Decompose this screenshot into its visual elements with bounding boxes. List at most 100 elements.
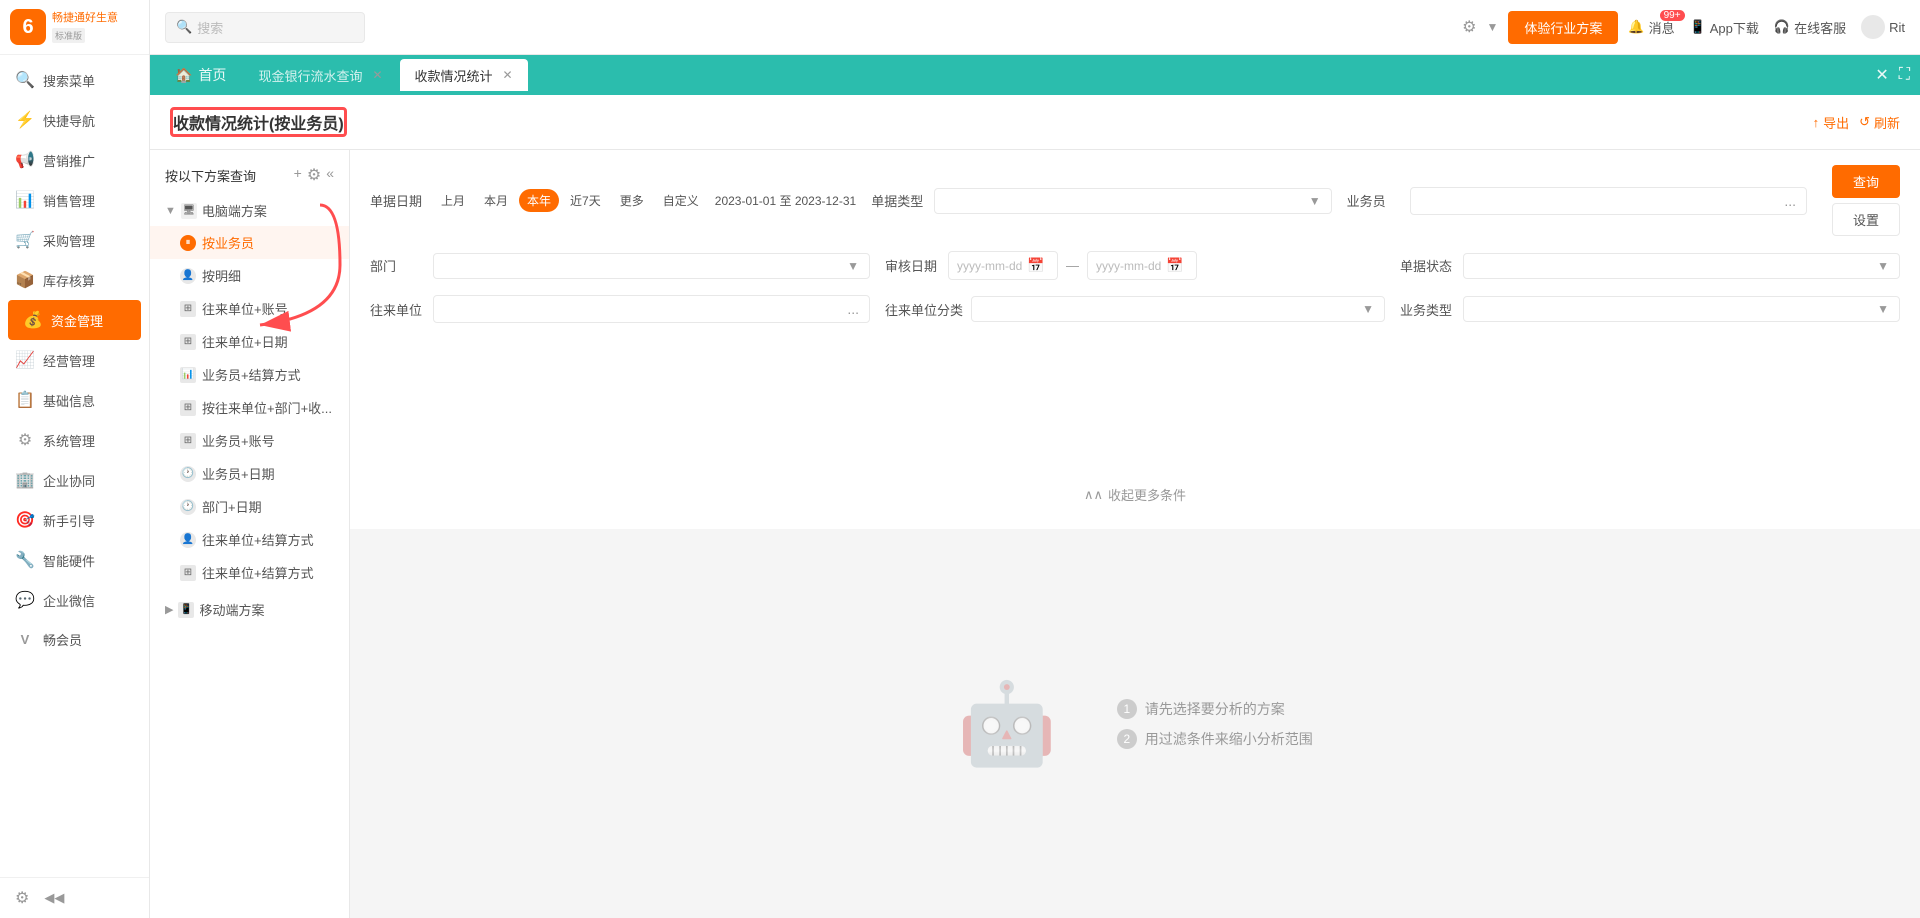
content-area: 按以下方案查询 + ⚙ « ▼ 🖥 电脑端方案 [150, 150, 1920, 918]
scheme-panel-header: 按以下方案查询 + ⚙ « [150, 160, 349, 195]
sidebar-item-hardware[interactable]: 🔧 智能硬件 [0, 540, 149, 580]
sidebar-item-system[interactable]: ⚙ 系统管理 [0, 420, 149, 460]
partner-category-select[interactable]: ▼ [971, 296, 1385, 322]
date-tab-more[interactable]: 更多 [612, 189, 652, 212]
refresh-button[interactable]: ↺ 刷新 [1859, 113, 1900, 132]
sidebar-item-enterprise[interactable]: 🏢 企业协同 [0, 460, 149, 500]
app-download-action[interactable]: 📱 App下载 [1690, 18, 1759, 37]
user-profile[interactable]: Rit [1861, 15, 1905, 39]
sidebar-item-search-menu[interactable]: 🔍 搜索菜单 [0, 60, 149, 100]
scheme-settings-button[interactable]: ⚙ [307, 165, 321, 185]
tab-home[interactable]: 🏠 首页 [160, 59, 241, 91]
salesperson-select[interactable]: ... [1410, 187, 1807, 215]
operation-icon: 📈 [15, 350, 35, 370]
export-button[interactable]: ↑ 导出 [1813, 113, 1850, 132]
tab-bank-flow-close[interactable]: ✕ [372, 68, 382, 82]
scheme-item-partner-date[interactable]: ⊞ 往来单位+日期 [150, 325, 349, 358]
empty-hint: 1 请先选择要分析的方案 2 用过滤条件来缩小分析范围 [1117, 699, 1313, 749]
tab-receipt-stats-close[interactable]: ✕ [503, 68, 513, 82]
scheme-panel: 按以下方案查询 + ⚙ « ▼ 🖥 电脑端方案 [150, 150, 350, 918]
date-tab-custom[interactable]: 自定义 [655, 189, 707, 212]
doc-type-select[interactable]: ▼ [934, 188, 1331, 214]
date-tab-last-month[interactable]: 上月 [433, 189, 473, 212]
mobile-group-title[interactable]: ▶ 📱 移动端方案 [150, 594, 349, 625]
tab-bank-flow[interactable]: 现金银行流水查询 ✕ [243, 59, 397, 91]
salesperson-more-icon[interactable]: ... [1784, 193, 1796, 209]
footer-collapse-icon[interactable]: ◀◀ [44, 890, 64, 906]
sidebar-item-inventory[interactable]: 📦 库存核算 [0, 260, 149, 300]
tab-receipt-stats[interactable]: 收款情况统计 ✕ [400, 59, 528, 91]
settings-button[interactable]: 设置 [1832, 203, 1900, 236]
mobile-scheme-group: ▶ 📱 移动端方案 [150, 594, 349, 625]
date-tab-last-7[interactable]: 近7天 [562, 189, 609, 212]
header-settings-icon[interactable]: ⚙ [1462, 17, 1476, 37]
sidebar-item-operation[interactable]: 📈 经营管理 [0, 340, 149, 380]
scheme-item-dept-date[interactable]: 🕐 部门+日期 [150, 490, 349, 523]
header-dropdown-icon[interactable]: ▼ [1486, 20, 1498, 34]
home-icon: 🏠 [175, 67, 192, 84]
export-icon: ↑ [1813, 115, 1820, 130]
sidebar-item-marketing[interactable]: 📢 营销推广 [0, 140, 149, 180]
maximize-icon[interactable]: ⛶ [1899, 66, 1910, 84]
filter-row-2: 部门 ▼ 审核日期 yyyy-mm-dd 📅 [370, 251, 1900, 280]
filter-row-1: 单据日期 上月 本月 本年 近7天 更多 自定义 2023-01-01 至 20… [370, 165, 1900, 236]
scheme-item-salesperson-date[interactable]: 🕐 业务员+日期 [150, 457, 349, 490]
footer-settings-icon[interactable]: ⚙ [15, 888, 29, 908]
collapse-area: ∧∧ 收起更多条件 [370, 475, 1900, 514]
messages-action[interactable]: 🔔 消息 99+ [1628, 18, 1674, 37]
doc-status-select[interactable]: ▼ [1463, 253, 1900, 279]
quick-nav-icon: ⚡ [15, 110, 35, 130]
partner-category-arrow-icon: ▼ [1362, 302, 1374, 316]
scheme-item-label: 业务员+账号 [202, 431, 275, 450]
scheme-item-icon-dept-date: 🕐 [180, 499, 196, 515]
sidebar-item-purchase[interactable]: 🛒 采购管理 [0, 220, 149, 260]
review-date-to-input[interactable]: yyyy-mm-dd 📅 [1087, 251, 1197, 280]
review-date-from-input[interactable]: yyyy-mm-dd 📅 [948, 251, 1058, 280]
solution-button[interactable]: 体验行业方案 [1508, 11, 1618, 44]
scheme-item-icon-partner-date: ⊞ [180, 334, 196, 350]
partner-more-icon[interactable]: ... [847, 301, 859, 317]
sidebar-item-label: 系统管理 [43, 431, 95, 450]
close-window-icon[interactable]: ✕ [1875, 65, 1888, 85]
sidebar-item-sales[interactable]: 📊 销售管理 [0, 180, 149, 220]
date-tab-this-month[interactable]: 本月 [476, 189, 516, 212]
sidebar-item-finance[interactable]: 💰 资金管理 [8, 300, 141, 340]
scheme-item-salesperson-settle[interactable]: 📊 业务员+结算方式 [150, 358, 349, 391]
biz-type-select[interactable]: ▼ [1463, 296, 1900, 322]
dept-label: 部门 [370, 256, 425, 275]
scheme-item-partner-account[interactable]: ⊞ 往来单位+账号 [150, 292, 349, 325]
search-menu-icon: 🔍 [15, 70, 35, 90]
sidebar-item-quick-nav[interactable]: ⚡ 快捷导航 [0, 100, 149, 140]
scheme-item-by-detail[interactable]: 👤 按明细 [150, 259, 349, 292]
scheme-item-by-salesperson[interactable]: ⏸ 按业务员 [150, 226, 349, 259]
date-tab-this-year[interactable]: 本年 [519, 189, 559, 212]
scheme-item-partner-settle2[interactable]: ⊞ 往来单位+结算方式 [150, 556, 349, 589]
search-box[interactable]: 🔍 搜索 [165, 12, 365, 43]
customer-service-action[interactable]: 🎧 在线客服 [1774, 18, 1846, 37]
scheme-item-partner-dept-income[interactable]: ⊞ 按往来单位+部门+收... [150, 391, 349, 424]
scheme-item-label: 业务员+日期 [202, 464, 275, 483]
query-button[interactable]: 查询 [1832, 165, 1900, 198]
sidebar-item-basic-info[interactable]: 📋 基础信息 [0, 380, 149, 420]
inventory-icon: 📦 [15, 270, 35, 290]
scheme-item-salesperson-account[interactable]: ⊞ 业务员+账号 [150, 424, 349, 457]
scheme-item-label: 往来单位+日期 [202, 332, 288, 351]
page-title: 收款情况统计(按业务员) [173, 110, 344, 134]
scheme-item-icon-detail: 👤 [180, 268, 196, 284]
sidebar-item-guide[interactable]: 🎯 新手引导 [0, 500, 149, 540]
page-header-actions: ↑ 导出 ↺ 刷新 [1813, 113, 1900, 132]
scheme-item-label: 往来单位+结算方式 [202, 530, 314, 549]
calendar-from-icon: 📅 [1027, 257, 1044, 274]
desktop-group-title[interactable]: ▼ 🖥 电脑端方案 [150, 195, 349, 226]
scheme-item-label: 往来单位+账号 [202, 299, 288, 318]
collapse-button[interactable]: ∧∧ 收起更多条件 [1084, 485, 1186, 504]
scheme-collapse-button[interactable]: « [326, 165, 334, 185]
sidebar-item-member[interactable]: V 畅会员 [0, 620, 149, 659]
scheme-item-partner-settle1[interactable]: 👤 往来单位+结算方式 [150, 523, 349, 556]
scheme-add-button[interactable]: + [294, 165, 302, 185]
sidebar-item-wechat[interactable]: 💬 企业微信 [0, 580, 149, 620]
dept-select[interactable]: ▼ [433, 253, 870, 279]
doc-status-arrow-icon: ▼ [1877, 259, 1889, 273]
partner-select[interactable]: ... [433, 295, 870, 323]
review-date-label: 审核日期 [885, 256, 940, 275]
